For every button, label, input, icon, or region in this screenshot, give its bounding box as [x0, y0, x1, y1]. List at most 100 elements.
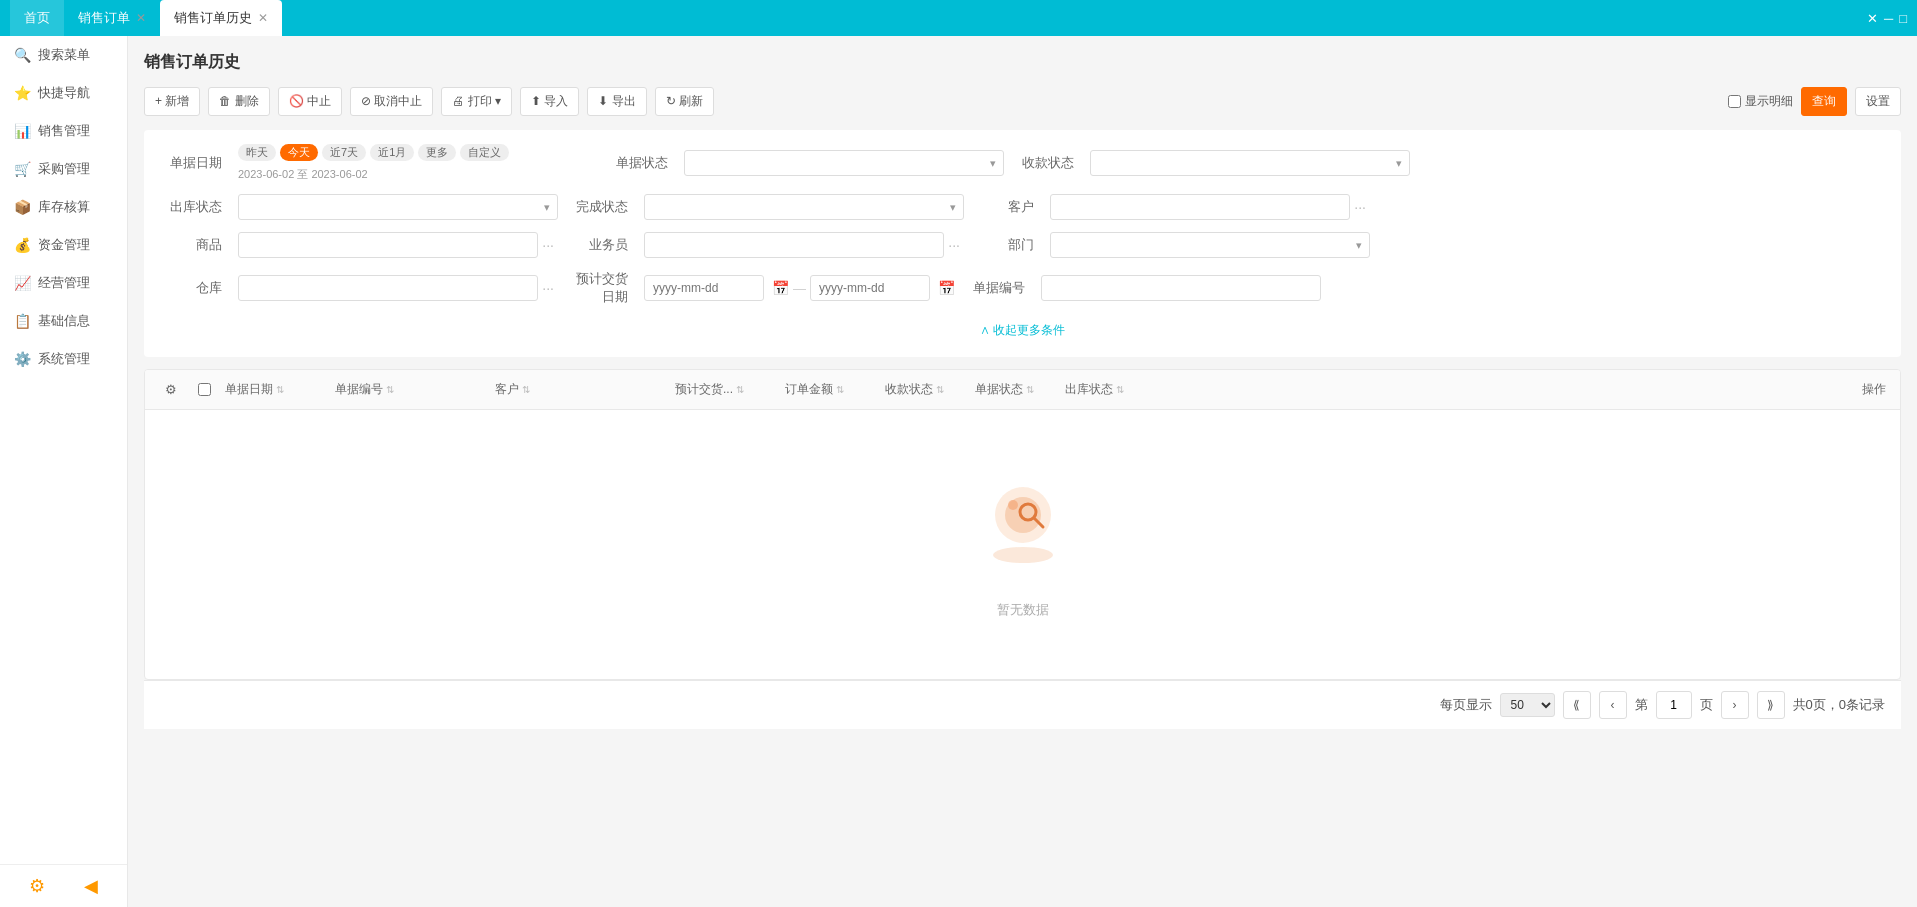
sidebar-settings-icon[interactable]: ⚙ — [29, 875, 45, 897]
th-out-status[interactable]: 出库状态 ⇅ — [1059, 373, 1149, 406]
minimize-icon[interactable]: ─ — [1884, 11, 1893, 26]
settings-button[interactable]: 设置 — [1855, 87, 1901, 116]
th-bill-status[interactable]: 单据状态 ⇅ — [969, 373, 1059, 406]
operation-icon: 📈 — [14, 275, 30, 291]
sidebar-item-search-menu[interactable]: 🔍 搜索菜单 — [0, 36, 127, 74]
empty-illustration — [973, 470, 1073, 589]
department-select[interactable] — [1050, 232, 1370, 258]
cal-start-icon[interactable]: 📅 — [772, 280, 789, 296]
display-detail-checkbox[interactable] — [1728, 95, 1741, 108]
cal-end-icon[interactable]: 📅 — [938, 280, 955, 296]
th-amount[interactable]: 订单金额 ⇅ — [779, 373, 879, 406]
out-status-select[interactable] — [238, 194, 558, 220]
page-number-input[interactable] — [1656, 691, 1692, 719]
bill-status-select[interactable] — [684, 150, 1004, 176]
chip-custom[interactable]: 自定义 — [460, 144, 509, 161]
total-records-label: 共0页，0条记录 — [1793, 696, 1885, 714]
tab-home[interactable]: 首页 — [10, 0, 64, 36]
th-recv-status[interactable]: 收款状态 ⇅ — [879, 373, 969, 406]
tab-sales-order[interactable]: 销售订单 ✕ — [64, 0, 160, 36]
sys-mgmt-icon: ⚙️ — [14, 351, 30, 367]
display-detail-checkbox-label[interactable]: 显示明细 — [1728, 93, 1793, 110]
th-delivery[interactable]: 预计交货... ⇅ — [669, 373, 779, 406]
stop-button[interactable]: 🚫 中止 — [278, 87, 342, 116]
delete-button[interactable]: 🗑 删除 — [208, 87, 269, 116]
chip-more[interactable]: 更多 — [418, 144, 456, 161]
sidebar-item-sales-mgmt[interactable]: 📊 销售管理 — [0, 112, 127, 150]
th-operation: 操作 — [1149, 373, 1892, 406]
th-bill-num[interactable]: 单据编号 ⇅ — [329, 373, 489, 406]
content-area: 销售订单历史 + 新增 🗑 删除 🚫 中止 ⊘ 取消中止 🖨 打印 ▾ ⬆ 导入… — [128, 36, 1917, 907]
column-settings-icon[interactable]: ⚙ — [153, 382, 189, 397]
collapse-toggle[interactable]: ∧ 收起更多条件 — [160, 318, 1885, 343]
sidebar-item-inventory[interactable]: 📦 库存核算 — [0, 188, 127, 226]
tab-sales-order-history-close[interactable]: ✕ — [258, 11, 268, 25]
purchase-mgmt-icon: 🛒 — [14, 161, 30, 177]
label-bill-number: 单据编号 — [963, 279, 1033, 297]
client-dots-button[interactable]: ··· — [1350, 199, 1370, 215]
sort-recv-icon: ⇅ — [936, 384, 944, 395]
client-input[interactable] — [1050, 194, 1350, 220]
next-page-button[interactable]: › — [1721, 691, 1749, 719]
cancel-stop-button[interactable]: ⊘ 取消中止 — [350, 87, 433, 116]
complete-status-select-wrapper — [644, 194, 964, 220]
th-client-label: 客户 — [495, 381, 519, 398]
salesperson-dots-button[interactable]: ··· — [944, 237, 964, 253]
label-department: 部门 — [972, 236, 1042, 254]
sidebar-item-quick-nav-label: 快捷导航 — [38, 84, 90, 102]
th-bill-status-label: 单据状态 — [975, 381, 1023, 398]
tab-sales-order-close[interactable]: ✕ — [136, 11, 146, 25]
label-out-status: 出库状态 — [160, 198, 230, 216]
add-button[interactable]: + 新增 — [144, 87, 200, 116]
maximize-icon[interactable]: □ — [1899, 11, 1907, 26]
th-bill-date[interactable]: 单据日期 ⇅ — [219, 373, 329, 406]
select-all-checkbox[interactable] — [198, 383, 211, 396]
refresh-button[interactable]: ↻ 刷新 — [655, 87, 714, 116]
chip-7days[interactable]: 近7天 — [322, 144, 366, 161]
complete-status-select[interactable] — [644, 194, 964, 220]
expected-date-start[interactable] — [644, 275, 764, 301]
per-page-select[interactable]: 10 20 50 100 — [1500, 693, 1555, 717]
close-window-icon[interactable]: ✕ — [1867, 11, 1878, 26]
prev-page-button[interactable]: ‹ — [1599, 691, 1627, 719]
label-client: 客户 — [972, 198, 1042, 216]
chip-yesterday[interactable]: 昨天 — [238, 144, 276, 161]
sort-status-icon: ⇅ — [1026, 384, 1034, 395]
label-bill-status: 单据状态 — [606, 154, 676, 172]
recv-status-select[interactable] — [1090, 150, 1410, 176]
basic-info-icon: 📋 — [14, 313, 30, 329]
expected-date-end[interactable] — [810, 275, 930, 301]
warehouse-dots-button[interactable]: ··· — [538, 280, 558, 296]
label-salesperson: 业务员 — [566, 236, 636, 254]
sidebar-collapse-icon[interactable]: ◀ — [84, 875, 98, 897]
department-select-wrapper — [1050, 232, 1370, 258]
salesperson-input[interactable] — [644, 232, 944, 258]
empty-text: 暂无数据 — [997, 601, 1049, 619]
sort-amount-icon: ⇅ — [836, 384, 844, 395]
sidebar-item-sys-mgmt-label: 系统管理 — [38, 350, 90, 368]
sidebar-item-purchase-mgmt[interactable]: 🛒 采购管理 — [0, 150, 127, 188]
chip-today[interactable]: 今天 — [280, 144, 318, 161]
product-dots-button[interactable]: ··· — [538, 237, 558, 253]
export-button[interactable]: ⬇ 导出 — [587, 87, 646, 116]
query-button[interactable]: 查询 — [1801, 87, 1847, 116]
chip-1month[interactable]: 近1月 — [370, 144, 414, 161]
first-page-button[interactable]: ⟪ — [1563, 691, 1591, 719]
tab-sales-order-history[interactable]: 销售订单历史 ✕ — [160, 0, 282, 36]
sidebar-item-finance[interactable]: 💰 资金管理 — [0, 226, 127, 264]
sidebar-item-basic-info[interactable]: 📋 基础信息 — [0, 302, 127, 340]
label-warehouse: 仓库 — [160, 279, 230, 297]
sidebar-item-operation[interactable]: 📈 经营管理 — [0, 264, 127, 302]
print-button[interactable]: 🖨 打印 ▾ — [441, 87, 512, 116]
date-chips: 昨天 今天 近7天 近1月 更多 自定义 — [238, 144, 598, 161]
sidebar-item-sys-mgmt[interactable]: ⚙️ 系统管理 — [0, 340, 127, 378]
warehouse-input[interactable] — [238, 275, 538, 301]
bill-number-input[interactable] — [1041, 275, 1321, 301]
tab-sales-order-history-label: 销售订单历史 — [174, 9, 252, 27]
last-page-button[interactable]: ⟫ — [1757, 691, 1785, 719]
sidebar-item-quick-nav[interactable]: ⭐ 快捷导航 — [0, 74, 127, 112]
th-client[interactable]: 客户 ⇅ — [489, 373, 669, 406]
select-all-checkbox-wrapper[interactable] — [189, 383, 219, 396]
product-input[interactable] — [238, 232, 538, 258]
import-button[interactable]: ⬆ 导入 — [520, 87, 579, 116]
